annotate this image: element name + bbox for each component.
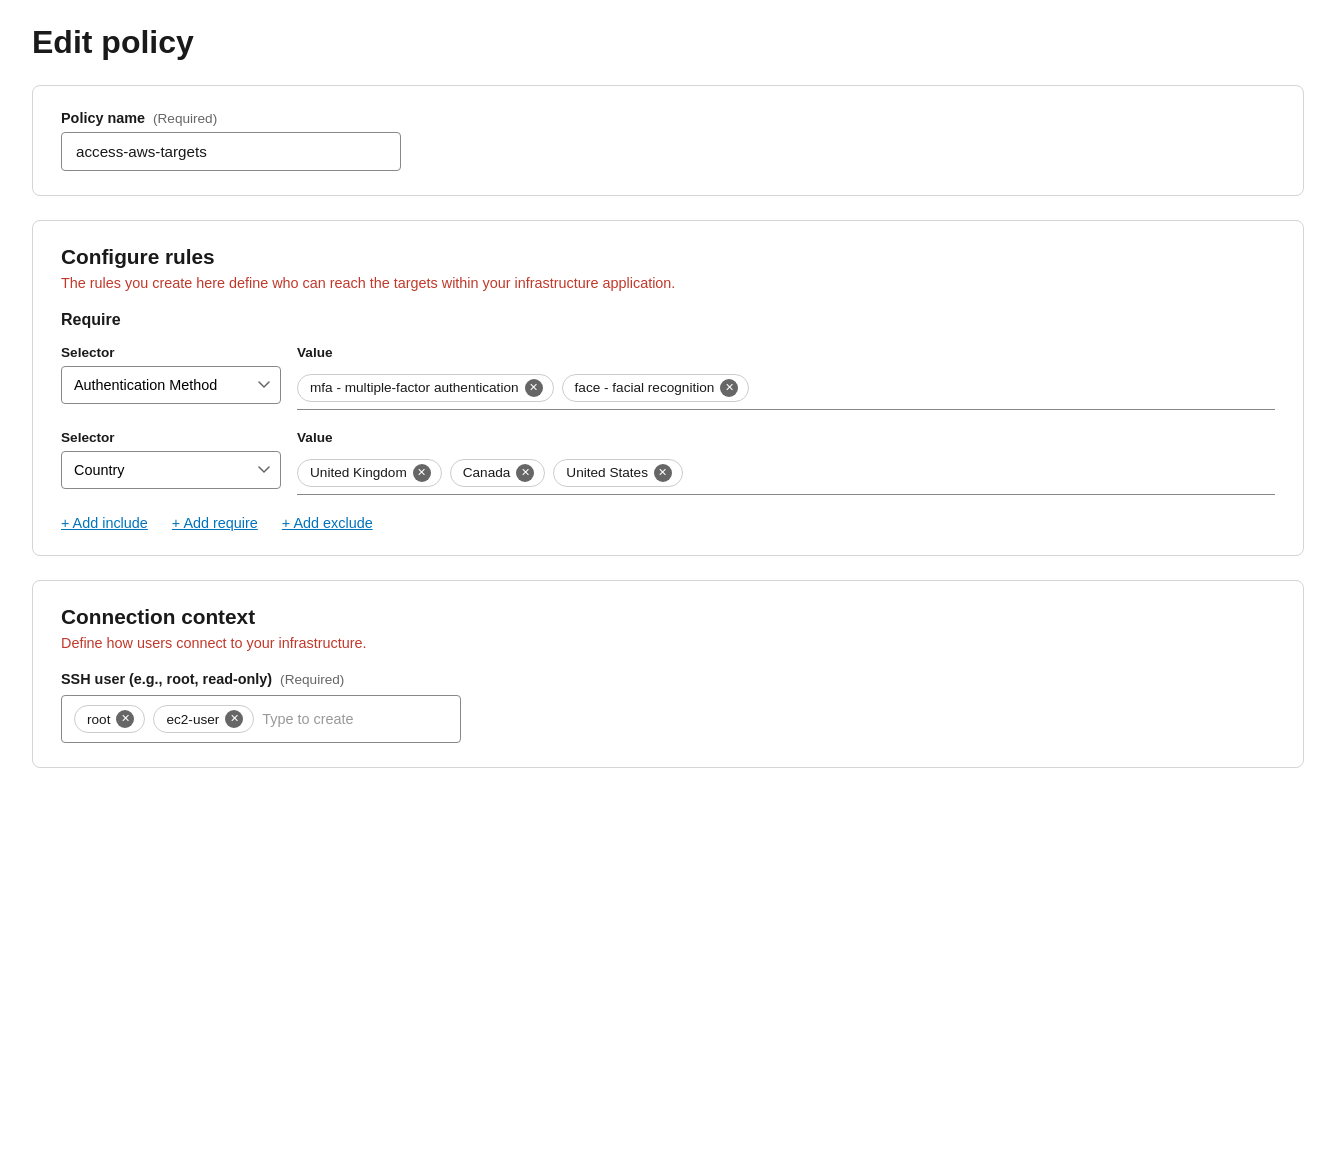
- value-col-country: Value United Kingdom ✕ Canada ✕ United S…: [297, 430, 1275, 495]
- tag-remove-uk[interactable]: ✕: [413, 464, 431, 482]
- rule-row-auth: Selector Authentication Method Value mfa…: [61, 345, 1275, 410]
- selector-label-country: Selector: [61, 430, 281, 445]
- require-label: Require: [61, 311, 1275, 329]
- ssh-tag-ec2: ec2-user ✕: [153, 705, 254, 733]
- connection-context-title: Connection context: [61, 605, 1275, 629]
- rules-actions-row: + Add include + Add require + Add exclud…: [61, 515, 1275, 531]
- ssh-user-label: SSH user (e.g., root, read-only) (Requir…: [61, 671, 1275, 687]
- configure-rules-title: Configure rules: [61, 245, 1275, 269]
- policy-name-card: Policy name (Required): [32, 85, 1304, 196]
- tag-uk: United Kingdom ✕: [297, 459, 442, 487]
- value-col-auth: Value mfa - multiple-factor authenticati…: [297, 345, 1275, 410]
- tag-remove-face[interactable]: ✕: [720, 379, 738, 397]
- ssh-input-box[interactable]: root ✕ ec2-user ✕ Type to create: [61, 695, 461, 743]
- configure-rules-desc: The rules you create here define who can…: [61, 275, 1275, 291]
- selector-col-country: Selector Country: [61, 430, 281, 489]
- ssh-tag-root: root ✕: [74, 705, 145, 733]
- policy-name-input[interactable]: [61, 132, 401, 171]
- connection-context-desc: Define how users connect to your infrast…: [61, 635, 1275, 651]
- rule-row-country: Selector Country Value United Kingdom ✕ …: [61, 430, 1275, 495]
- add-require-button[interactable]: + Add require: [172, 515, 258, 531]
- policy-name-label: Policy name (Required): [61, 110, 1275, 126]
- value-label-auth: Value: [297, 345, 1275, 360]
- add-exclude-button[interactable]: + Add exclude: [282, 515, 373, 531]
- selector-label-auth: Selector: [61, 345, 281, 360]
- tag-remove-mfa[interactable]: ✕: [525, 379, 543, 397]
- selector-dropdown-auth[interactable]: Authentication Method: [61, 366, 281, 404]
- value-label-country: Value: [297, 430, 1275, 445]
- tag-remove-canada[interactable]: ✕: [516, 464, 534, 482]
- connection-context-card: Connection context Define how users conn…: [32, 580, 1304, 768]
- ssh-tag-remove-root[interactable]: ✕: [116, 710, 134, 728]
- tag-mfa: mfa - multiple-factor authentication ✕: [297, 374, 554, 402]
- selector-dropdown-country[interactable]: Country: [61, 451, 281, 489]
- tag-input-country: United Kingdom ✕ Canada ✕ United States …: [297, 451, 1275, 495]
- add-include-button[interactable]: + Add include: [61, 515, 148, 531]
- tag-us: United States ✕: [553, 459, 683, 487]
- page-title: Edit policy: [32, 24, 1304, 61]
- tag-remove-us[interactable]: ✕: [654, 464, 672, 482]
- selector-col-auth: Selector Authentication Method: [61, 345, 281, 404]
- tag-input-auth: mfa - multiple-factor authentication ✕ f…: [297, 366, 1275, 410]
- tag-canada: Canada ✕: [450, 459, 546, 487]
- ssh-type-placeholder: Type to create: [262, 711, 448, 727]
- ssh-tag-remove-ec2[interactable]: ✕: [225, 710, 243, 728]
- tag-face: face - facial recognition ✕: [562, 374, 750, 402]
- configure-rules-card: Configure rules The rules you create her…: [32, 220, 1304, 556]
